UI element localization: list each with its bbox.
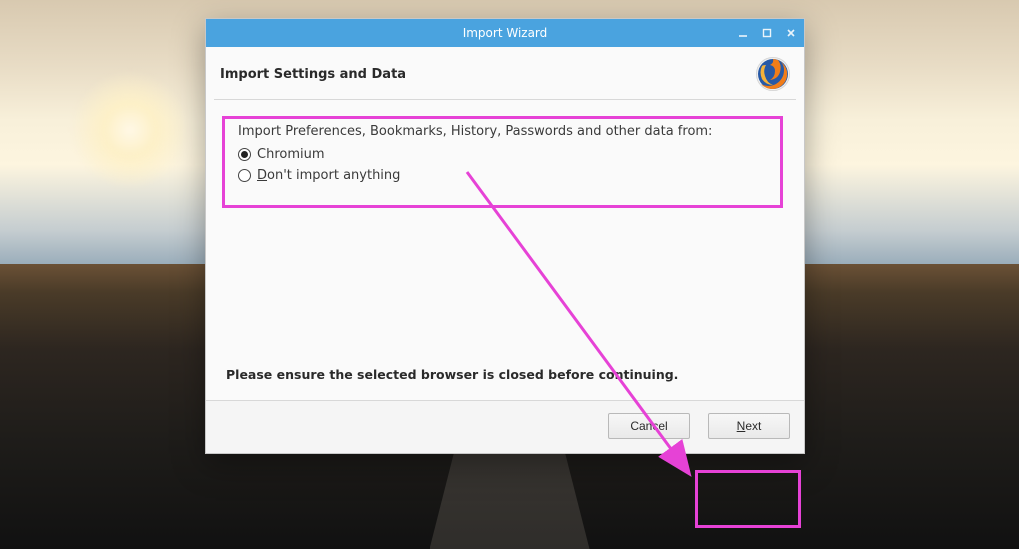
minimize-button[interactable] <box>736 26 750 40</box>
next-button[interactable]: Next <box>708 413 790 439</box>
page-title: Import Settings and Data <box>220 67 406 82</box>
import-wizard-dialog: Import Wizard Import Settings and Data <box>205 18 805 454</box>
window-title: Import Wizard <box>463 26 548 40</box>
radio-label: Don't import anything <box>257 168 400 183</box>
dialog-content: Import Preferences, Bookmarks, History, … <box>206 100 804 400</box>
firefox-icon <box>756 57 790 91</box>
radio-icon <box>238 148 251 161</box>
titlebar[interactable]: Import Wizard <box>206 19 804 47</box>
maximize-button[interactable] <box>760 26 774 40</box>
button-bar: Cancel Next <box>206 400 804 453</box>
titlebar-controls <box>736 19 798 47</box>
import-options-group: Import Preferences, Bookmarks, History, … <box>228 118 782 199</box>
dialog-header: Import Settings and Data <box>206 47 804 99</box>
cancel-button[interactable]: Cancel <box>608 413 690 439</box>
radio-label: Chromium <box>257 147 325 162</box>
radio-option-chromium[interactable]: Chromium <box>238 147 772 162</box>
radio-icon <box>238 169 251 182</box>
import-prompt: Import Preferences, Bookmarks, History, … <box>238 124 772 139</box>
wallpaper-sun <box>70 70 190 190</box>
close-button[interactable] <box>784 26 798 40</box>
warning-note: Please ensure the selected browser is cl… <box>226 367 678 382</box>
radio-option-dont-import[interactable]: Don't import anything <box>238 168 772 183</box>
